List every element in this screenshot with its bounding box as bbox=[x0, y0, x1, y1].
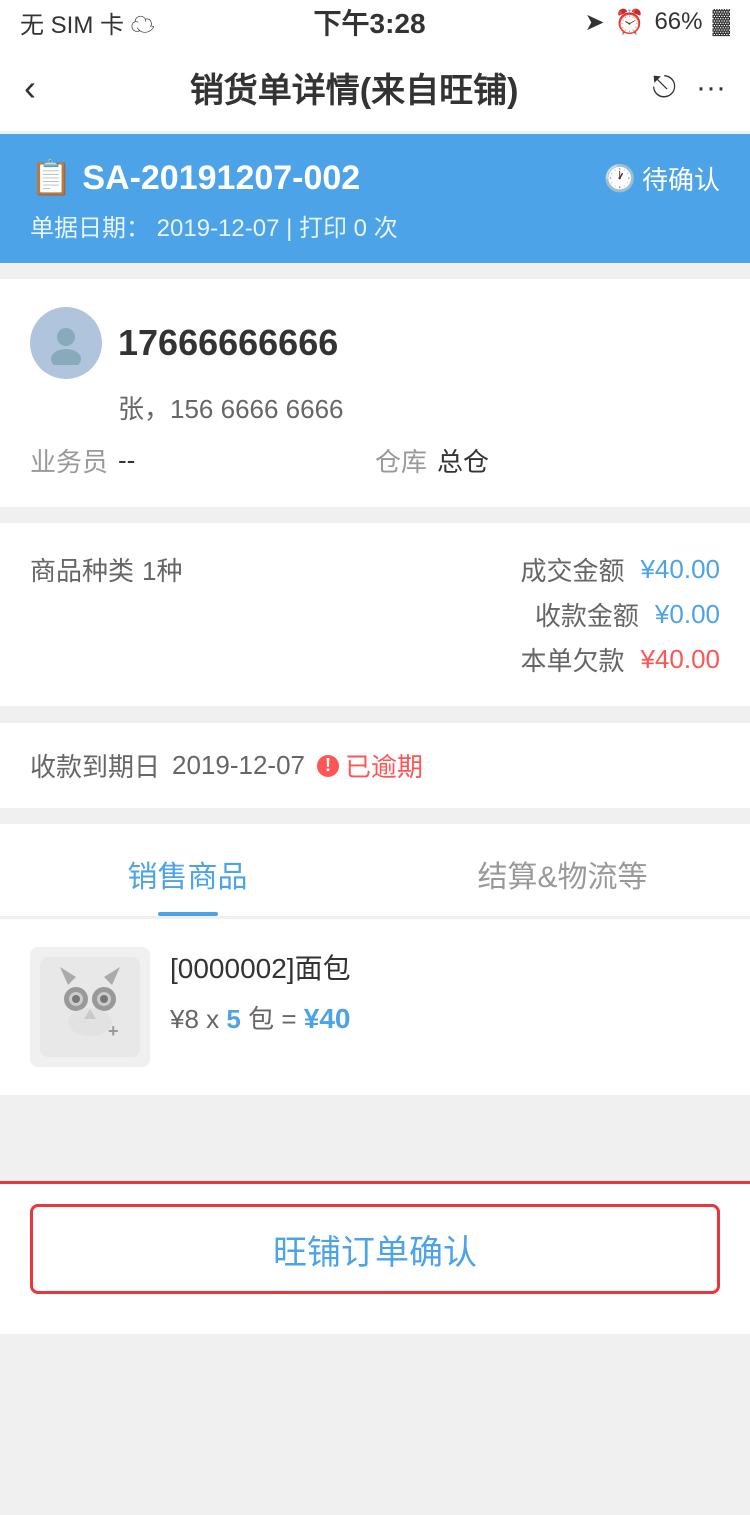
tab-settlement[interactable]: 结算&物流等 bbox=[375, 824, 750, 916]
back-button[interactable]: ‹ bbox=[24, 67, 56, 109]
staff-meta: 业务员 -- bbox=[30, 442, 375, 479]
customer-avatar bbox=[30, 307, 102, 379]
financial-summary: 成交金额 ¥40.00 收款金额 ¥0.00 本单欠款 ¥40.00 bbox=[520, 551, 720, 678]
product-info: [0000002]面包 ¥8 x 5 包 = ¥40 bbox=[170, 947, 720, 1036]
confirm-button[interactable]: 旺铺订单确认 bbox=[30, 1204, 720, 1294]
order-header: 📋 SA-20191207-002 🕐 待确认 单据日期： 2019-12-07… bbox=[0, 134, 750, 263]
status-time: 下午3:28 bbox=[314, 2, 426, 42]
status-left: 无 SIM 卡 ☁ bbox=[20, 5, 155, 40]
amount-row: 成交金额 ¥40.00 bbox=[520, 551, 720, 588]
received-row: 收款金额 ¥0.00 bbox=[535, 596, 720, 633]
product-types: 商品种类 1种 bbox=[30, 551, 182, 588]
clock-icon: 🕐 bbox=[604, 163, 636, 194]
customer-meta: 业务员 -- 仓库 总仓 bbox=[30, 442, 720, 479]
share-icon[interactable]: ⎋ bbox=[652, 71, 676, 105]
product-section: + [0000002]面包 ¥8 x 5 包 = ¥40 bbox=[0, 919, 750, 1095]
product-name: [0000002]面包 bbox=[170, 947, 720, 987]
battery-icon: ▓ bbox=[712, 8, 730, 36]
tabs-section: 销售商品 结算&物流等 bbox=[0, 824, 750, 917]
product-item: + [0000002]面包 ¥8 x 5 包 = ¥40 bbox=[0, 919, 750, 1095]
warehouse-meta: 仓库 总仓 bbox=[375, 442, 720, 479]
debt-row: 本单欠款 ¥40.00 bbox=[520, 641, 720, 678]
battery-label: 66% bbox=[654, 8, 702, 36]
summary-section: 商品种类 1种 成交金额 ¥40.00 收款金额 ¥0.00 本单欠款 ¥40.… bbox=[0, 523, 750, 706]
order-icon: 📋 bbox=[30, 158, 72, 198]
product-image: + bbox=[30, 947, 150, 1067]
alarm-icon: ⏰ bbox=[615, 8, 645, 37]
more-icon[interactable]: ··· bbox=[696, 71, 726, 105]
bottom-bar: 旺铺订单确认 bbox=[0, 1181, 750, 1334]
status-right: ➤ ⏰ 66% ▓ bbox=[584, 8, 730, 37]
status-bar: 无 SIM 卡 ☁ 下午3:28 ➤ ⏰ 66% ▓ bbox=[0, 0, 750, 44]
order-date: 单据日期： 2019-12-07 | 打印 0 次 bbox=[30, 208, 720, 243]
nav-actions: ⎋ ··· bbox=[652, 71, 726, 105]
nav-title: 销货单详情(来自旺铺) bbox=[56, 63, 652, 112]
order-id: 📋 SA-20191207-002 bbox=[30, 158, 360, 198]
product-price: ¥8 x 5 包 = ¥40 bbox=[170, 999, 720, 1036]
due-section: 收款到期日 2019-12-07 ! 已逾期 bbox=[0, 722, 750, 808]
customer-section: 17666666666 张，156 6666 6666 业务员 -- 仓库 总仓 bbox=[0, 279, 750, 507]
overdue-badge: ! 已逾期 bbox=[317, 747, 423, 784]
nav-bar: ‹ 销货单详情(来自旺铺) ⎋ ··· bbox=[0, 44, 750, 132]
customer-name: 张，156 6666 6666 bbox=[118, 389, 720, 426]
tab-sales-product[interactable]: 销售商品 bbox=[0, 824, 375, 916]
overdue-icon: ! bbox=[317, 755, 339, 777]
order-status: 🕐 待确认 bbox=[604, 160, 720, 197]
customer-header: 17666666666 bbox=[30, 307, 720, 379]
customer-phone: 17666666666 bbox=[118, 322, 338, 364]
sim-label: 无 SIM 卡 ☁ bbox=[20, 5, 155, 40]
location-icon: ➤ bbox=[584, 8, 604, 37]
